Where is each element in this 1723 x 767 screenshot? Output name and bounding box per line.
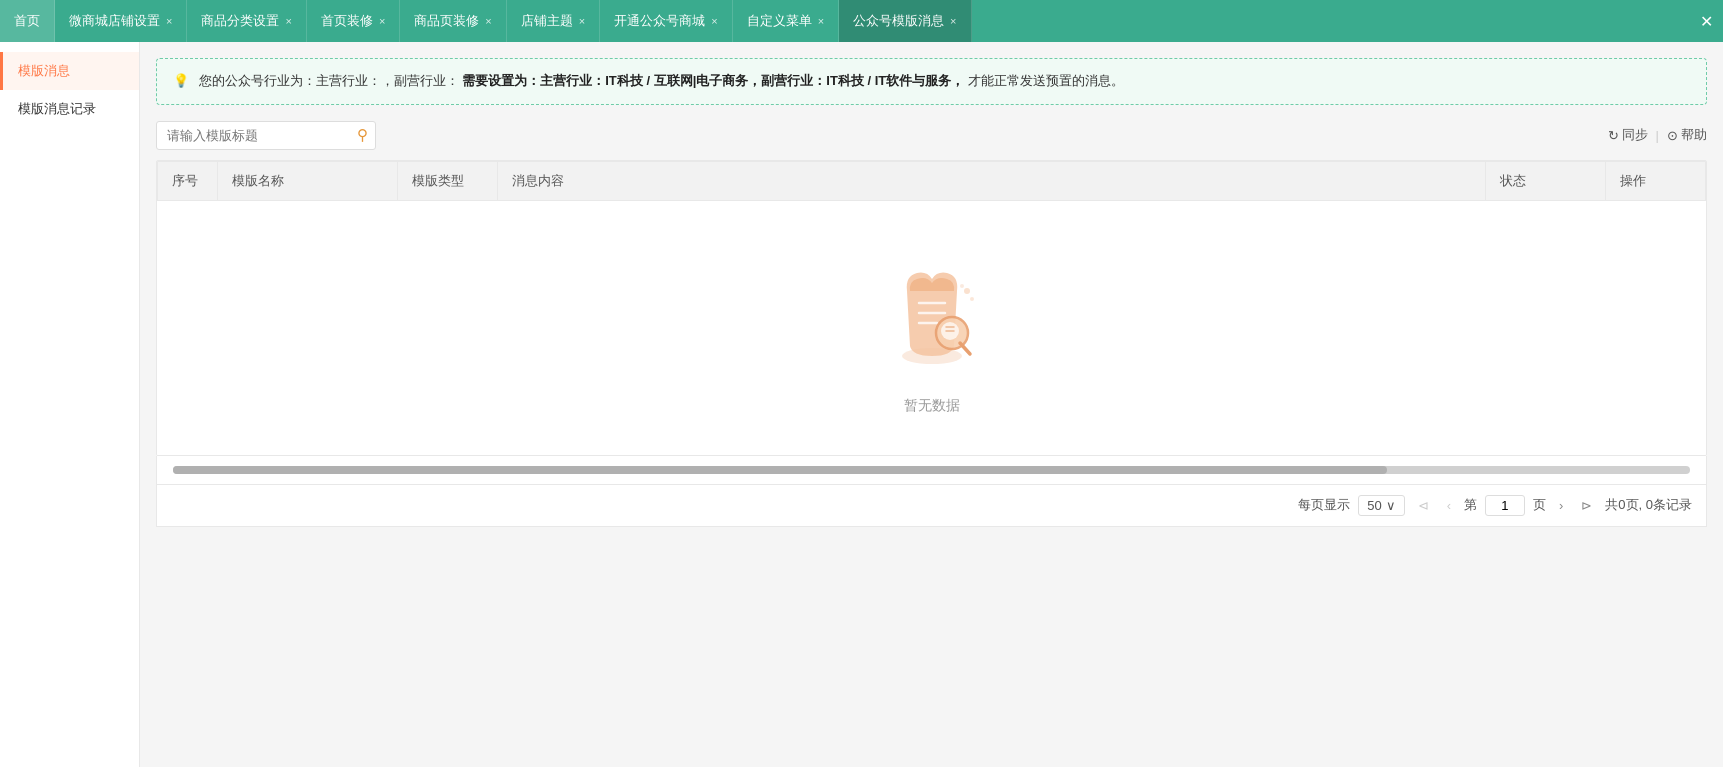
bulb-icon: 💡 xyxy=(173,73,189,88)
tab-custom-menu[interactable]: 自定义菜单 × xyxy=(733,0,839,42)
sync-icon: ↻ xyxy=(1608,128,1619,143)
empty-state: 暂无数据 xyxy=(157,201,1706,455)
col-header-name: 模版名称 xyxy=(218,161,398,200)
close-icon[interactable]: × xyxy=(711,15,717,27)
col-header-type: 模版类型 xyxy=(398,161,498,200)
empty-text: 暂无数据 xyxy=(904,397,960,415)
page-size-label: 每页显示 xyxy=(1298,496,1350,514)
notice-highlight: 需要设置为：主营行业：IT科技 / 互联网|电子商务，副营行业：IT科技 / I… xyxy=(462,73,964,88)
search-left: ⚲ xyxy=(156,121,376,150)
search-input[interactable] xyxy=(156,121,376,150)
search-right: ↻ 同步 | ⊙ 帮助 xyxy=(1608,126,1707,144)
scrollbar-thumb[interactable] xyxy=(173,466,1387,474)
pagination: 每页显示 50 ∨ ⊲ ‹ 第 页 › ⊳ 共0页, 0条记录 xyxy=(156,485,1707,527)
tab-product-page[interactable]: 商品页装修 × xyxy=(400,0,506,42)
chevron-down-icon: ∨ xyxy=(1386,498,1396,513)
data-table: 序号 模版名称 模版类型 消息内容 状态 操作 xyxy=(157,161,1706,201)
tab-open-wechat[interactable]: 开通公众号商城 × xyxy=(600,0,732,42)
search-bar: ⚲ ↻ 同步 | ⊙ 帮助 xyxy=(156,121,1707,150)
svg-point-9 xyxy=(964,288,970,294)
svg-line-6 xyxy=(960,343,970,354)
last-page-button[interactable]: ⊳ xyxy=(1576,496,1597,515)
tab-store-settings[interactable]: 微商城店铺设置 × xyxy=(55,0,187,42)
scrollbar-track[interactable] xyxy=(173,466,1690,474)
table-header-row: 序号 模版名称 模版类型 消息内容 状态 操作 xyxy=(158,161,1706,200)
svg-point-10 xyxy=(970,297,974,301)
col-header-status: 状态 xyxy=(1486,161,1606,200)
close-icon[interactable]: × xyxy=(379,15,385,27)
prev-page-button[interactable]: ‹ xyxy=(1442,496,1456,515)
close-icon[interactable]: × xyxy=(579,15,585,27)
help-button[interactable]: ⊙ 帮助 xyxy=(1667,126,1707,144)
empty-illustration xyxy=(872,261,992,381)
notice-suffix: 才能正常发送预置的消息。 xyxy=(968,73,1124,88)
close-icon[interactable]: × xyxy=(285,15,291,27)
main-layout: 模版消息 模版消息记录 💡 您的公众号行业为：主营行业：，副营行业： 需要设置为… xyxy=(0,42,1723,767)
close-all-button[interactable]: ✕ xyxy=(1700,12,1713,31)
col-header-index: 序号 xyxy=(158,161,218,200)
page-label: 第 xyxy=(1464,496,1477,514)
first-page-button[interactable]: ⊲ xyxy=(1413,496,1434,515)
notice-box: 💡 您的公众号行业为：主营行业：，副营行业： 需要设置为：主营行业：IT科技 /… xyxy=(156,58,1707,105)
tab-template-msg[interactable]: 公众号模版消息 × xyxy=(839,0,971,42)
sidebar-item-template-msg[interactable]: 模版消息 xyxy=(0,52,139,90)
close-icon[interactable]: × xyxy=(950,15,956,27)
notice-prefix: 您的公众号行业为：主营行业：，副营行业： xyxy=(199,73,459,88)
tab-home[interactable]: 首页 xyxy=(0,0,55,42)
close-icon[interactable]: × xyxy=(818,15,824,27)
sync-button[interactable]: ↻ 同步 xyxy=(1608,126,1648,144)
tab-store-theme[interactable]: 店铺主题 × xyxy=(507,0,600,42)
top-nav: 首页 微商城店铺设置 × 商品分类设置 × 首页装修 × 商品页装修 × 店铺主… xyxy=(0,0,1723,42)
divider: | xyxy=(1656,128,1659,143)
total-info: 共0页, 0条记录 xyxy=(1605,496,1692,514)
tab-product-category[interactable]: 商品分类设置 × xyxy=(187,0,306,42)
close-icon[interactable]: × xyxy=(485,15,491,27)
data-table-wrap: 序号 模版名称 模版类型 消息内容 状态 操作 xyxy=(156,160,1707,456)
next-page-button[interactable]: › xyxy=(1554,496,1568,515)
help-icon: ⊙ xyxy=(1667,128,1678,143)
col-header-content: 消息内容 xyxy=(498,161,1486,200)
svg-point-11 xyxy=(960,284,964,288)
col-header-action: 操作 xyxy=(1606,161,1706,200)
sidebar: 模版消息 模版消息记录 xyxy=(0,42,140,767)
page-unit: 页 xyxy=(1533,496,1546,514)
search-icon[interactable]: ⚲ xyxy=(357,126,368,144)
page-input[interactable] xyxy=(1485,495,1525,516)
close-icon[interactable]: × xyxy=(166,15,172,27)
tab-home-decor[interactable]: 首页装修 × xyxy=(307,0,400,42)
sidebar-item-template-msg-record[interactable]: 模版消息记录 xyxy=(0,90,139,128)
page-size-select[interactable]: 50 ∨ xyxy=(1358,495,1404,516)
page-size-value: 50 xyxy=(1367,498,1381,513)
search-input-wrap: ⚲ xyxy=(156,121,376,150)
main-content: 💡 您的公众号行业为：主营行业：，副营行业： 需要设置为：主营行业：IT科技 /… xyxy=(140,42,1723,767)
scrollbar-area xyxy=(156,456,1707,485)
